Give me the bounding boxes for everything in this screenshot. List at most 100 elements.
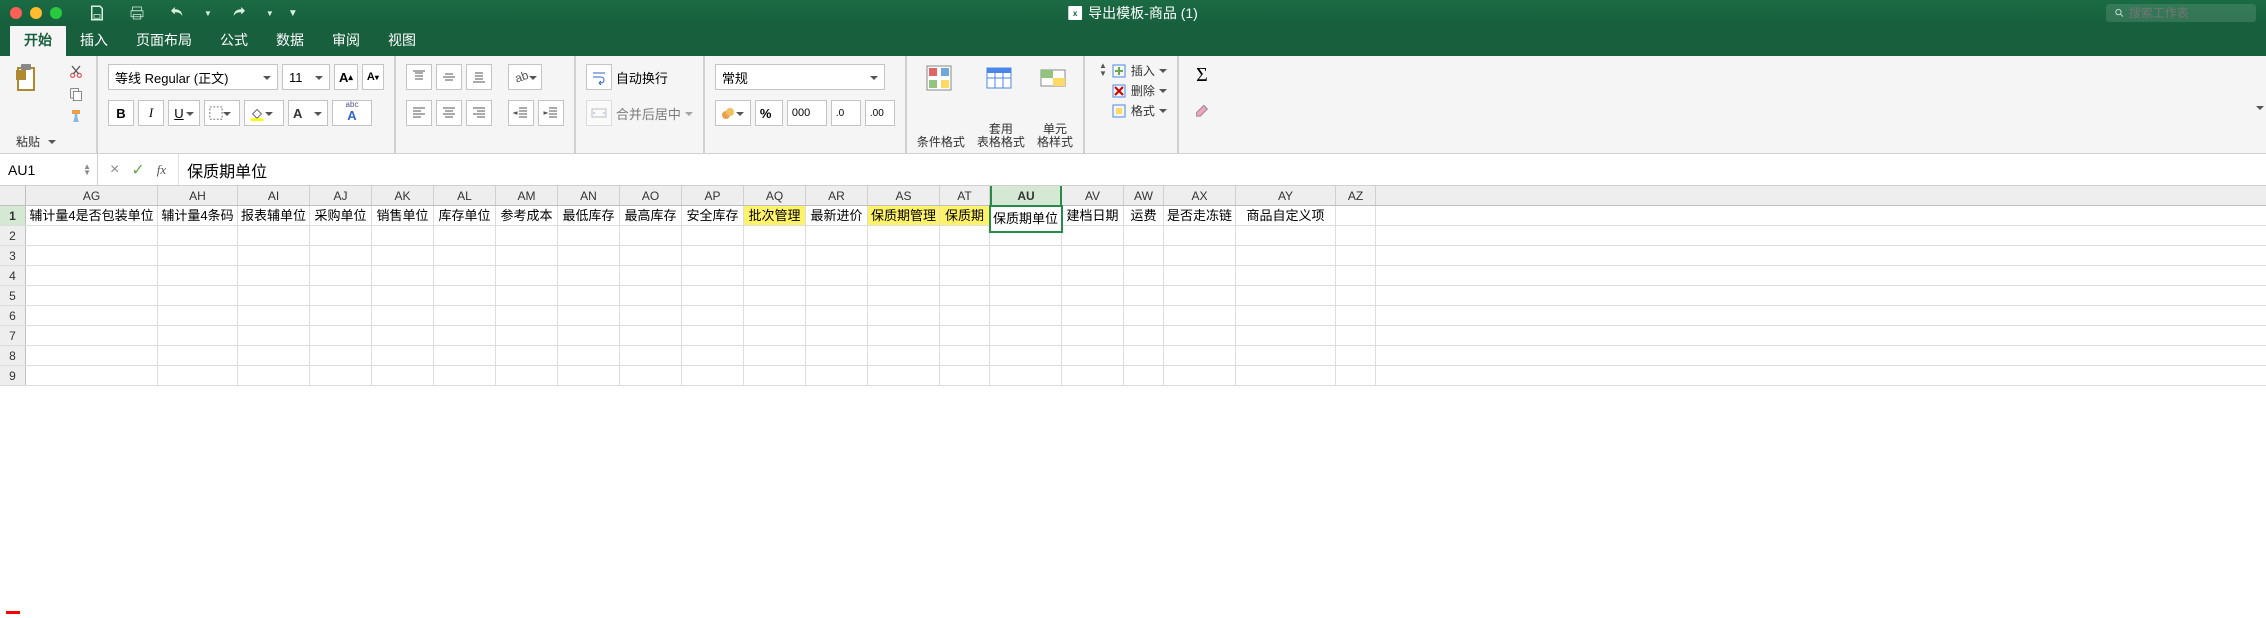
cell[interactable]: 建档日期	[1062, 206, 1124, 225]
cell[interactable]	[990, 286, 1062, 305]
ribbon-tab-0[interactable]: 开始	[10, 24, 66, 56]
cell[interactable]	[158, 306, 238, 325]
cell[interactable]	[806, 226, 868, 245]
row-header[interactable]: 8	[0, 346, 26, 365]
cell[interactable]	[1062, 226, 1124, 245]
cell[interactable]	[434, 366, 496, 385]
cell[interactable]	[1236, 286, 1336, 305]
cell[interactable]	[26, 326, 158, 345]
column-header[interactable]: AY	[1236, 186, 1336, 205]
insert-cells-button[interactable]: 插入	[1111, 62, 1167, 79]
cell[interactable]	[372, 346, 434, 365]
cell[interactable]	[1236, 266, 1336, 285]
row-header[interactable]: 5	[0, 286, 26, 305]
cell[interactable]	[238, 326, 310, 345]
cell[interactable]	[1336, 206, 1376, 225]
save-icon[interactable]	[84, 0, 110, 26]
ribbon-tab-4[interactable]: 数据	[262, 24, 318, 56]
column-header[interactable]: AV	[1062, 186, 1124, 205]
column-header[interactable]: AW	[1124, 186, 1164, 205]
decrease-font-button[interactable]: A▾	[362, 64, 384, 90]
cell[interactable]	[1062, 246, 1124, 265]
bold-button[interactable]: B	[108, 100, 134, 126]
cell[interactable]	[310, 246, 372, 265]
cell[interactable]	[496, 306, 558, 325]
cell[interactable]: 最新进价	[806, 206, 868, 225]
cell[interactable]	[1164, 306, 1236, 325]
cell[interactable]: 库存单位	[434, 206, 496, 225]
cell[interactable]: 保质期单位	[990, 206, 1062, 232]
cell[interactable]	[868, 246, 940, 265]
cell[interactable]	[1062, 286, 1124, 305]
cell[interactable]	[940, 246, 990, 265]
row-header[interactable]: 7	[0, 326, 26, 345]
cell[interactable]	[26, 226, 158, 245]
phonetic-button[interactable]: abcA	[332, 100, 372, 126]
ribbon-tab-2[interactable]: 页面布局	[122, 24, 206, 56]
paste-button[interactable]	[10, 62, 46, 98]
cell[interactable]	[310, 266, 372, 285]
cell[interactable]	[868, 326, 940, 345]
name-box[interactable]: AU1 ▲▼	[0, 154, 98, 185]
cell-styles-button[interactable]: 单元 格样式	[1037, 62, 1073, 149]
comma-button[interactable]: 000	[787, 100, 827, 126]
cell[interactable]	[558, 326, 620, 345]
maximize-icon[interactable]	[50, 7, 62, 19]
font-color-button[interactable]: A	[288, 100, 328, 126]
cell[interactable]	[558, 346, 620, 365]
redo-icon[interactable]	[226, 0, 252, 26]
cell[interactable]: 最低库存	[558, 206, 620, 225]
cell[interactable]	[238, 366, 310, 385]
delete-cells-button[interactable]: 删除	[1111, 82, 1167, 99]
cell[interactable]	[1062, 306, 1124, 325]
cell[interactable]	[434, 286, 496, 305]
cell[interactable]	[1336, 346, 1376, 365]
cell[interactable]	[806, 326, 868, 345]
cell[interactable]	[806, 246, 868, 265]
row-header[interactable]: 1	[0, 206, 26, 225]
cell[interactable]	[1164, 286, 1236, 305]
cell[interactable]	[744, 246, 806, 265]
cell[interactable]	[158, 246, 238, 265]
cell[interactable]	[496, 266, 558, 285]
minimize-icon[interactable]	[30, 7, 42, 19]
cell[interactable]	[496, 346, 558, 365]
cell[interactable]	[620, 366, 682, 385]
fx-icon[interactable]: fx	[157, 162, 166, 178]
cancel-formula-icon[interactable]: ×	[110, 161, 119, 179]
cell[interactable]	[238, 226, 310, 245]
font-size-select[interactable]: 11	[282, 64, 330, 90]
cell[interactable]	[1124, 286, 1164, 305]
cell[interactable]	[310, 346, 372, 365]
cell[interactable]	[310, 286, 372, 305]
cell[interactable]	[744, 226, 806, 245]
cell[interactable]	[434, 246, 496, 265]
cell[interactable]	[1236, 306, 1336, 325]
cell[interactable]: 是否走冻链	[1164, 206, 1236, 225]
cell[interactable]	[372, 326, 434, 345]
cell[interactable]	[682, 366, 744, 385]
row-header[interactable]: 6	[0, 306, 26, 325]
font-name-select[interactable]: 等线 Regular (正文)	[108, 64, 278, 90]
column-header[interactable]: AM	[496, 186, 558, 205]
cell[interactable]	[26, 306, 158, 325]
cell[interactable]	[682, 286, 744, 305]
cell[interactable]	[372, 366, 434, 385]
cell[interactable]	[868, 366, 940, 385]
cell[interactable]	[990, 246, 1062, 265]
cell[interactable]	[1124, 266, 1164, 285]
cell[interactable]	[1236, 326, 1336, 345]
cell[interactable]	[310, 366, 372, 385]
cell[interactable]	[620, 326, 682, 345]
cell[interactable]	[238, 346, 310, 365]
cell[interactable]	[990, 366, 1062, 385]
cell[interactable]	[158, 366, 238, 385]
cell[interactable]	[1124, 306, 1164, 325]
copy-button[interactable]	[66, 84, 86, 104]
cell[interactable]	[940, 286, 990, 305]
column-header[interactable]: AZ	[1336, 186, 1376, 205]
cell[interactable]	[434, 226, 496, 245]
cell[interactable]	[1062, 346, 1124, 365]
cell[interactable]	[310, 306, 372, 325]
undo-icon[interactable]	[164, 0, 190, 26]
